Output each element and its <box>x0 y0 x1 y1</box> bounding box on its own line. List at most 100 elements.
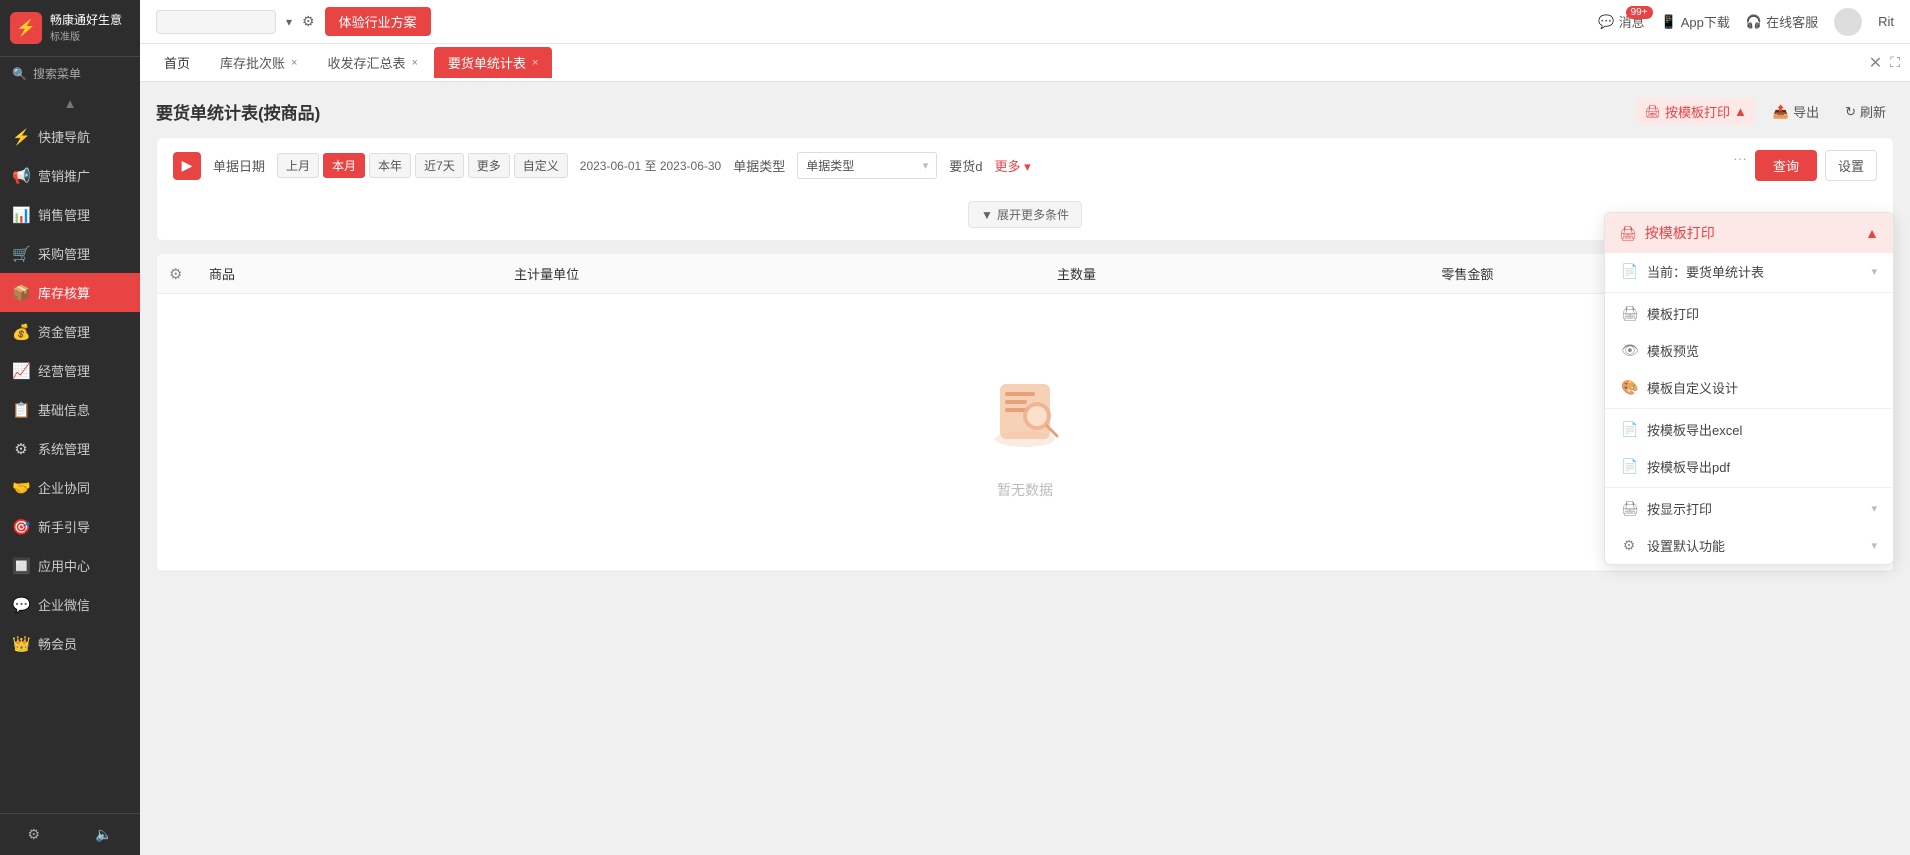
print-dropdown-current-left: 📄 当前：要货单统计表 <box>1621 262 1764 281</box>
topbar-dropdown-btn[interactable]: ▾ <box>286 15 292 29</box>
print-chevron-up-icon: ▲ <box>1734 104 1747 119</box>
print-dropdown-item-set-default[interactable]: ⚙ 设置默认功能 ▾ <box>1605 527 1893 564</box>
content-area: 要货单统计表(按商品) 🖨 按模板打印 ▲ 📤 导出 ↻ 刷新 <box>140 82 1910 855</box>
print-dropdown-collapse-btn[interactable]: ▲ <box>1865 225 1879 241</box>
filter-toggle-btn[interactable]: ▶ <box>173 152 201 180</box>
print-dropdown-item-template-preview[interactable]: 👁 模板预览 <box>1605 332 1893 369</box>
date-btn-custom[interactable]: 自定义 <box>514 153 568 178</box>
query-btn[interactable]: 查询 <box>1755 150 1817 181</box>
print-dropdown-item-display-print[interactable]: 🖨 按显示打印 ▾ <box>1605 490 1893 527</box>
online-service-btn[interactable]: 🎧 在线客服 <box>1746 12 1818 31</box>
table-gear-btn[interactable]: ⚙ <box>169 266 182 283</box>
refresh-btn[interactable]: ↻ 刷新 <box>1837 98 1894 125</box>
sidebar-label-sales: 销售管理 <box>38 205 90 224</box>
sidebar-item-quick-nav[interactable]: ⚡ 快捷导航 <box>0 117 140 156</box>
col-quantity: 主数量 <box>1045 254 1429 294</box>
date-btn-last-7[interactable]: 近7天 <box>415 153 464 178</box>
sidebar-label-basic: 基础信息 <box>38 400 90 419</box>
topbar-search-input[interactable] <box>156 10 276 34</box>
col-unit: 主计量单位 <box>502 254 1045 294</box>
export-excel-label: 按模板导出excel <box>1647 420 1742 439</box>
sidebar-label-guide: 新手引导 <box>38 517 90 536</box>
print-dropdown-item-template-print[interactable]: 🖨 模板打印 <box>1605 295 1893 332</box>
template-print-label: 模板打印 <box>1647 304 1699 323</box>
divider-2 <box>1605 408 1893 409</box>
tabs-expand-btn[interactable]: ⛶ <box>1890 54 1900 71</box>
messages-btn[interactable]: 💬 消息 99+ <box>1598 12 1644 31</box>
audio-footer-btn[interactable]: 🔈 <box>91 822 116 847</box>
print-dropdown-item-template-design[interactable]: 🎨 模板自定义设计 <box>1605 369 1893 406</box>
guide-icon: 🎯 <box>12 518 30 536</box>
print-dropdown-current[interactable]: 📄 当前：要货单统计表 ▾ <box>1605 253 1893 290</box>
tab-batch-account[interactable]: 库存批次账 × <box>206 47 311 78</box>
template-preview-label: 模板预览 <box>1647 341 1699 360</box>
user-avatar[interactable] <box>1834 8 1862 36</box>
sidebar-item-marketing[interactable]: 📢 营销推广 <box>0 156 140 195</box>
topbar-gear-icon[interactable]: ⚙ <box>302 13 315 30</box>
sidebar-label-inventory: 库存核算 <box>38 283 90 302</box>
expand-more-btn[interactable]: ▼ 展开更多条件 <box>968 201 1082 228</box>
tab-batch-account-close[interactable]: × <box>291 57 297 69</box>
app-download-btn[interactable]: 📱 App下载 <box>1661 12 1730 31</box>
template-design-icon: 🎨 <box>1621 379 1637 396</box>
date-btn-more[interactable]: 更多 <box>468 153 510 178</box>
print-dropdown-item-export-excel[interactable]: 📄 按模板导出excel <box>1605 411 1893 448</box>
sidebar-item-wechat[interactable]: 💬 企业微信 <box>0 585 140 624</box>
page-actions: 🖨 按模板打印 ▲ 📤 导出 ↻ 刷新 <box>1636 98 1894 125</box>
sidebar-item-system[interactable]: ⚙ 系统管理 <box>0 429 140 468</box>
tab-receipt-summary-close[interactable]: × <box>411 57 417 69</box>
current-template-label: 当前：要货单统计表 <box>1647 262 1764 281</box>
settings-footer-btn[interactable]: ⚙ <box>24 822 45 847</box>
sidebar-item-appstore[interactable]: 🔲 应用中心 <box>0 546 140 585</box>
doc-type-select[interactable]: 单据类型 ▾ <box>797 152 937 179</box>
display-print-icon: 🖨 <box>1621 500 1637 517</box>
sidebar-item-finance[interactable]: 💰 资金管理 <box>0 312 140 351</box>
col-product-label: 商品 <box>209 267 235 282</box>
sidebar-label-wechat: 企业微信 <box>38 595 90 614</box>
print-template-btn[interactable]: 🖨 按模板打印 ▲ <box>1636 98 1754 125</box>
tab-demand-stat[interactable]: 要货单统计表 × <box>434 47 552 78</box>
headset-icon: 🎧 <box>1746 14 1762 30</box>
sidebar-label-finance: 资金管理 <box>38 322 90 341</box>
sidebar-label-quick-nav: 快捷导航 <box>38 127 90 146</box>
messages-badge: 99+ <box>1626 6 1653 19</box>
print-dropdown-item-export-pdf[interactable]: 📄 按模板导出pdf <box>1605 448 1893 485</box>
sidebar-item-sales[interactable]: 📊 销售管理 <box>0 195 140 234</box>
sidebar-item-purchase[interactable]: 🛒 采购管理 <box>0 234 140 273</box>
sidebar-item-guide[interactable]: 🎯 新手引导 <box>0 507 140 546</box>
sidebar-item-member[interactable]: 👑 畅会员 <box>0 624 140 663</box>
print-dropdown-title: 按模板打印 <box>1645 223 1715 243</box>
tabs-close-all-btn[interactable]: ✕ <box>1869 53 1882 73</box>
sidebar-item-basic[interactable]: 📋 基础信息 <box>0 390 140 429</box>
tab-receipt-summary[interactable]: 收发存汇总表 × <box>313 47 431 78</box>
print-dropdown-header-icon: 🖨 <box>1619 225 1637 242</box>
date-btn-current-month[interactable]: 本月 <box>323 153 365 178</box>
trial-btn[interactable]: 体验行业方案 <box>325 7 431 36</box>
sidebar-footer: ⚙ 🔈 <box>0 813 140 855</box>
print-dropdown-header[interactable]: 🖨 按模板打印 ▲ <box>1605 213 1893 253</box>
tab-demand-stat-close[interactable]: × <box>532 57 538 69</box>
filter-ellipsis-btn[interactable]: ··· <box>1733 150 1747 181</box>
date-btn-this-year[interactable]: 本年 <box>369 153 411 178</box>
sidebar-label-appstore: 应用中心 <box>38 556 90 575</box>
scroll-up-btn[interactable]: ▲ <box>0 90 140 117</box>
tab-home[interactable]: 首页 <box>150 47 204 78</box>
settings-btn[interactable]: 设置 <box>1825 150 1877 181</box>
item-template-design-left: 🎨 模板自定义设计 <box>1621 378 1738 397</box>
basic-icon: 📋 <box>12 401 30 419</box>
sidebar-item-enterprise[interactable]: 🤝 企业协同 <box>0 468 140 507</box>
date-btn-prev-month[interactable]: 上月 <box>277 153 319 178</box>
sidebar-label-enterprise: 企业协同 <box>38 478 90 497</box>
sidebar-item-inventory[interactable]: 📦 库存核算 <box>0 273 140 312</box>
sidebar-logo[interactable]: ⚡ 畅康通好生意 标准版 <box>0 0 140 57</box>
doc-type-select-text: 单据类型 <box>806 157 854 174</box>
empty-text: 暂无数据 <box>997 480 1053 500</box>
col-quantity-label: 主数量 <box>1057 267 1096 282</box>
print-template-label: 按模板打印 <box>1665 102 1730 121</box>
search-menu-btn[interactable]: 🔍 搜索菜单 <box>0 57 140 90</box>
more-filter-btn[interactable]: 更多 ▾ <box>994 156 1030 175</box>
item-template-preview-left: 👁 模板预览 <box>1621 341 1699 360</box>
sidebar-label-purchase: 采购管理 <box>38 244 90 263</box>
sidebar-item-operation[interactable]: 📈 经营管理 <box>0 351 140 390</box>
export-btn[interactable]: 📤 导出 <box>1765 98 1827 125</box>
